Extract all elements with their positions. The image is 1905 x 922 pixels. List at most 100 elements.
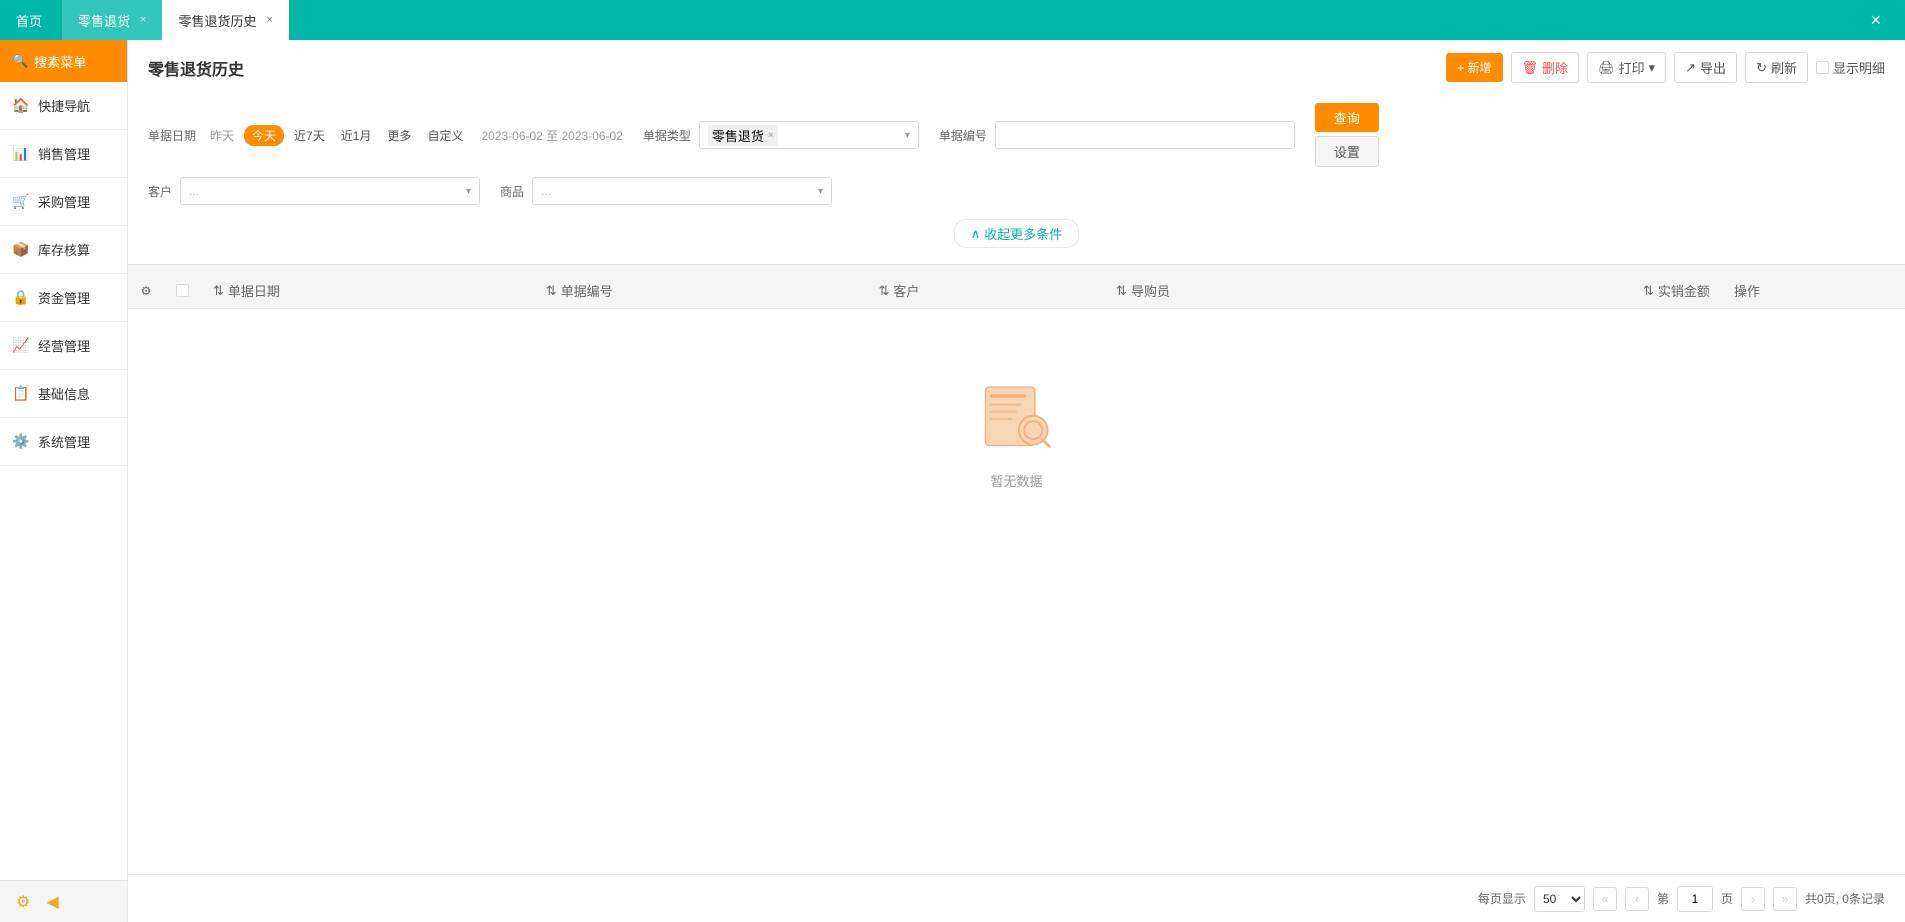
tab-retail-return-history[interactable]: 零售退货历史 ×: [162, 0, 288, 40]
system-mgmt-icon: ⚙️: [12, 433, 30, 451]
basic-info-icon: 📋: [12, 385, 30, 403]
page-size-select[interactable]: 10 20 50 100: [1534, 886, 1585, 912]
set-button[interactable]: 设置: [1315, 136, 1379, 167]
display-label: 显示明细: [1833, 58, 1885, 77]
settings-bottom-icon[interactable]: ⚙: [16, 892, 30, 912]
first-page-button[interactable]: «: [1593, 887, 1617, 911]
filter-row-1: 单据日期 昨天 今天 近7天 近1月 更多 自定义 2023-06-02 至 2…: [148, 103, 1885, 167]
date-shortcuts: 昨天 今天 近7天 近1月 更多 自定义: [204, 125, 469, 146]
th-guide[interactable]: ⇅ 导购员: [1104, 273, 1389, 309]
type-tag: 零售退货 ×: [708, 125, 778, 146]
th-number-label: 单据编号: [561, 281, 613, 300]
th-date-label: 单据日期: [228, 281, 280, 300]
customer-filter: 客户 ... ▾: [148, 177, 480, 205]
content-area: 零售退货历史 + 新增 🗑 删除 🖨 打印 ▾ ↗ 导出: [128, 40, 1905, 922]
number-filter: 单据编号: [939, 121, 1295, 149]
tab-home[interactable]: 首页: [0, 0, 58, 40]
page-input[interactable]: [1677, 886, 1713, 912]
collapse-sidebar-icon[interactable]: ◀: [46, 892, 58, 912]
customer-placeholder: ...: [189, 184, 199, 198]
sidebar-item-sales-mgmt[interactable]: 📊 销售管理: [0, 130, 127, 178]
date-today[interactable]: 今天: [244, 125, 284, 146]
new-button[interactable]: + 新增: [1446, 53, 1502, 82]
empty-icon: [972, 369, 1062, 459]
th-settings[interactable]: ⚙: [128, 273, 164, 309]
table-wrapper: ⚙ ⇅ 单据日期: [128, 273, 1905, 874]
date-1month[interactable]: 近1月: [335, 125, 378, 146]
date-7days[interactable]: 近7天: [288, 125, 331, 146]
display-checkbox[interactable]: [1816, 61, 1829, 74]
delete-icon: 🗑: [1522, 60, 1539, 76]
refresh-button[interactable]: ↻ 刷新: [1745, 52, 1808, 83]
top-bar-right: ×: [1862, 10, 1905, 31]
date-range-display: 2023-06-02 至 2023-06-02: [481, 127, 622, 144]
filter-row-2: 客户 ... ▾ 商品 ... ▾: [148, 177, 1885, 205]
collapse-button[interactable]: ∧ 收起更多条件: [954, 219, 1080, 248]
goods-filter-label: 商品: [500, 183, 524, 200]
sidebar-item-purchase-mgmt[interactable]: 🛒 采购管理: [0, 178, 127, 226]
goods-select[interactable]: ... ▾: [532, 177, 832, 205]
tab-retail-return[interactable]: 零售退货 ×: [62, 0, 162, 40]
type-filter: 单据类型 零售退货 × ▾: [643, 121, 919, 149]
sidebar-item-system-mgmt[interactable]: ⚙️ 系统管理: [0, 418, 127, 466]
date-more[interactable]: 更多: [381, 125, 417, 146]
window-close-button[interactable]: ×: [1862, 10, 1889, 31]
date-yesterday[interactable]: 昨天: [204, 125, 240, 146]
date-filter: 单据日期 昨天 今天 近7天 近1月 更多 自定义 2023-06-02 至 2…: [148, 125, 623, 146]
th-customer-label: 客户: [893, 281, 919, 300]
customer-select[interactable]: ... ▾: [180, 177, 480, 205]
date-filter-label: 单据日期: [148, 127, 196, 144]
sidebar-item-purchase-mgmt-label: 采购管理: [38, 192, 90, 211]
header-checkbox[interactable]: [176, 284, 189, 297]
tab-retail-return-close[interactable]: ×: [140, 14, 146, 26]
sidebar: 🔍 搜索菜单 🏠 快捷导航 📊 销售管理 🛒 采购管理 📦 库存核算 🔒: [0, 40, 128, 922]
th-checkbox[interactable]: [164, 273, 201, 309]
main-layout: 🔍 搜索菜单 🏠 快捷导航 📊 销售管理 🛒 采购管理 📦 库存核算 🔒: [0, 40, 1905, 922]
tab-list: 首页 零售退货 × 零售退货历史 ×: [0, 0, 1862, 40]
tab-home-label: 首页: [16, 11, 42, 30]
page-label: 第: [1657, 890, 1669, 907]
pagination-bar: 每页显示 10 20 50 100 « ‹ 第 页 › » 共0页, 0条记录: [128, 874, 1905, 922]
number-input[interactable]: [995, 121, 1295, 149]
query-set-btns: 查询 设置: [1315, 103, 1379, 167]
query-button[interactable]: 查询: [1315, 103, 1379, 132]
sidebar-item-quick-nav[interactable]: 🏠 快捷导航: [0, 82, 127, 130]
sidebar-item-operations[interactable]: 📈 经营管理: [0, 322, 127, 370]
type-select[interactable]: 零售退货 × ▾: [699, 121, 919, 149]
th-guide-label: 导购员: [1131, 281, 1170, 300]
sidebar-search[interactable]: 🔍 搜索菜单: [0, 40, 127, 82]
customer-filter-label: 客户: [148, 183, 172, 200]
type-filter-label: 单据类型: [643, 127, 691, 144]
th-customer[interactable]: ⇅ 客户: [866, 273, 1104, 309]
last-page-button[interactable]: »: [1773, 887, 1797, 911]
th-amount[interactable]: ⇅ 实销金额: [1389, 273, 1722, 309]
sidebar-item-basic-info[interactable]: 📋 基础信息: [0, 370, 127, 418]
th-actions-label: 操作: [1734, 284, 1760, 299]
collapse-icon: ∧: [971, 226, 981, 242]
data-table: ⚙ ⇅ 单据日期: [128, 273, 1905, 309]
tab-retail-return-history-close[interactable]: ×: [266, 14, 272, 26]
print-button[interactable]: 🖨 打印 ▾: [1587, 52, 1666, 83]
date-custom[interactable]: 自定义: [421, 125, 469, 146]
refresh-icon: ↻: [1756, 60, 1767, 76]
type-tag-label: 零售退货: [712, 126, 764, 145]
inventory-icon: 📦: [12, 241, 30, 259]
th-number[interactable]: ⇅ 单据编号: [534, 273, 867, 309]
sidebar-item-inventory[interactable]: 📦 库存核算: [0, 226, 127, 274]
delete-button[interactable]: 🗑 删除: [1511, 52, 1580, 83]
page-total: 共0页, 0条记录: [1805, 890, 1885, 907]
display-toggle[interactable]: 显示明细: [1816, 58, 1885, 77]
sales-mgmt-icon: 📊: [12, 145, 30, 163]
sidebar-item-basic-info-label: 基础信息: [38, 384, 90, 403]
next-page-button[interactable]: ›: [1741, 887, 1765, 911]
sidebar-item-inventory-label: 库存核算: [38, 240, 90, 259]
th-date[interactable]: ⇅ 单据日期: [201, 273, 534, 309]
page-header: 零售退货历史 + 新增 🗑 删除 🖨 打印 ▾ ↗ 导出: [128, 40, 1905, 265]
sidebar-item-finance[interactable]: 🔒 资金管理: [0, 274, 127, 322]
export-button[interactable]: ↗ 导出: [1674, 52, 1737, 83]
operations-icon: 📈: [12, 337, 30, 355]
prev-page-button[interactable]: ‹: [1625, 887, 1649, 911]
toolbar: + 新增 🗑 删除 🖨 打印 ▾ ↗ 导出 ↻: [1446, 52, 1885, 83]
export-icon: ↗: [1685, 60, 1696, 76]
type-tag-close[interactable]: ×: [768, 130, 774, 141]
